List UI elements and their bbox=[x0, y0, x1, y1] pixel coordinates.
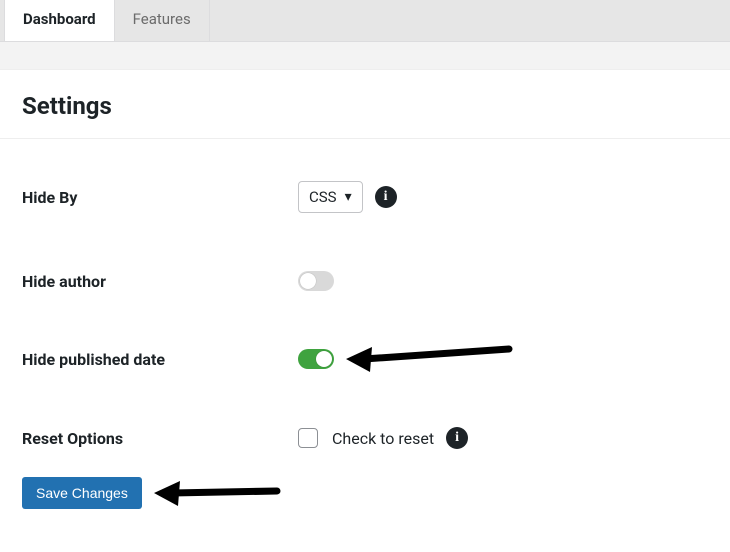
chevron-down-icon: ▾ bbox=[345, 189, 352, 205]
save-button[interactable]: Save Changes bbox=[22, 477, 142, 509]
info-icon[interactable]: i bbox=[375, 186, 397, 208]
select-hide-by[interactable]: CSS ▾ bbox=[298, 181, 363, 213]
annotation-arrow-icon bbox=[344, 339, 514, 379]
toggle-hide-published-date[interactable] bbox=[298, 349, 334, 369]
divider bbox=[0, 138, 730, 139]
select-hide-by-value: CSS bbox=[309, 188, 337, 206]
tab-dashboard[interactable]: Dashboard bbox=[4, 0, 115, 41]
tab-bar: Dashboard Features bbox=[0, 0, 730, 42]
info-icon[interactable]: i bbox=[446, 427, 468, 449]
tab-features[interactable]: Features bbox=[115, 0, 210, 41]
checkbox-reset[interactable] bbox=[298, 428, 318, 448]
annotation-arrow-icon bbox=[152, 473, 282, 513]
toggle-knob bbox=[300, 273, 316, 289]
label-hide-author: Hide author bbox=[22, 272, 298, 291]
toggle-knob bbox=[316, 351, 332, 367]
row-hide-published-date: Hide published date bbox=[22, 349, 708, 369]
label-reset-options: Reset Options bbox=[22, 429, 298, 448]
row-hide-author: Hide author bbox=[22, 271, 708, 291]
settings-content: Settings Hide By CSS ▾ i Hide author Hid… bbox=[0, 70, 730, 509]
checkbox-reset-label: Check to reset bbox=[332, 429, 434, 448]
sub-navbar bbox=[0, 42, 730, 70]
row-hide-by: Hide By CSS ▾ i bbox=[22, 181, 708, 213]
label-hide-published-date: Hide published date bbox=[22, 350, 298, 369]
label-hide-by: Hide By bbox=[22, 188, 298, 207]
toggle-hide-author[interactable] bbox=[298, 271, 334, 291]
row-reset-options: Reset Options Check to reset i bbox=[22, 427, 708, 449]
page-title: Settings bbox=[22, 92, 708, 120]
